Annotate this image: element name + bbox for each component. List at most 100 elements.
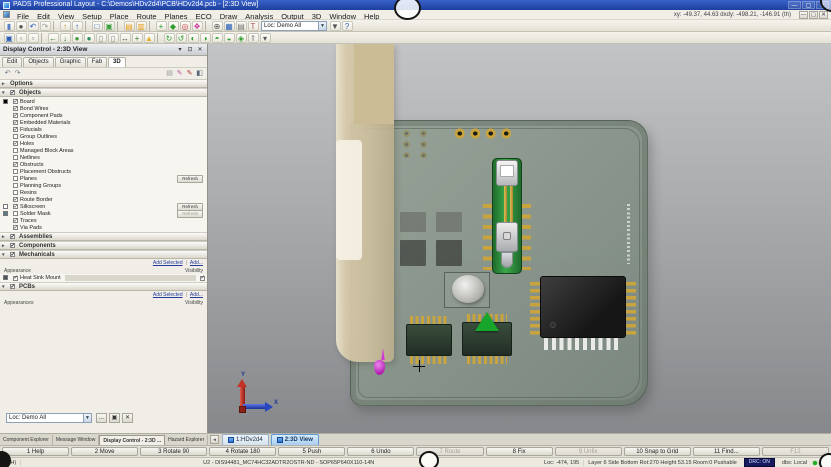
copy-image-icon[interactable]: ▫ bbox=[27, 32, 39, 43]
checkbox-component-pads[interactable] bbox=[13, 113, 18, 119]
assemblies-checkbox[interactable] bbox=[10, 234, 15, 240]
section-mechanicals[interactable]: ▾ Mechanicals bbox=[0, 250, 207, 259]
fn-button-10-snap-to-grid[interactable]: 10 Snap to Grid bbox=[623, 447, 691, 456]
objects-checkbox[interactable] bbox=[10, 90, 15, 96]
fn-button-2-move[interactable]: 2 Move bbox=[71, 447, 139, 456]
prev-scheme-icon[interactable]: ↶ bbox=[3, 69, 12, 78]
mdi-restore-icon[interactable]: ▢ bbox=[809, 10, 818, 19]
copy-scheme-icon[interactable]: ▤ bbox=[165, 69, 174, 78]
checkbox-embedded-materials[interactable] bbox=[13, 120, 18, 126]
scheme-more-button[interactable]: ... bbox=[96, 413, 107, 423]
section-assemblies[interactable]: ▸ Assemblies bbox=[0, 232, 207, 241]
add-part-icon[interactable]: + bbox=[155, 20, 167, 31]
checkbox-planes[interactable] bbox=[13, 176, 18, 181]
fn-button-4-rotate-180[interactable]: 4 Rotate 180 bbox=[209, 447, 277, 456]
add-link[interactable]: Add... bbox=[190, 260, 203, 266]
dip-module-left[interactable] bbox=[406, 316, 452, 364]
text-color-icon[interactable]: T bbox=[247, 20, 259, 31]
checkbox-route-border[interactable] bbox=[13, 197, 18, 203]
checkbox-obstructs[interactable] bbox=[13, 162, 18, 168]
fn-button-1-help[interactable]: 1 Help bbox=[2, 447, 70, 456]
spin-up-icon[interactable]: ◓ bbox=[211, 32, 223, 43]
panel-menu-icon[interactable]: ▾ bbox=[176, 46, 184, 54]
minimize-icon[interactable]: — bbox=[788, 1, 801, 9]
binoculars-search-icon[interactable]: ● bbox=[15, 20, 27, 31]
mechanicals-checkbox[interactable] bbox=[10, 252, 15, 258]
pan-left-icon[interactable]: ← bbox=[47, 32, 59, 43]
spin-down-icon[interactable]: ◒ bbox=[223, 32, 235, 43]
fn-button-6-undo[interactable]: 6 Undo bbox=[347, 447, 415, 456]
dip-module-center[interactable] bbox=[462, 312, 512, 364]
rotate-ccw-icon[interactable]: ↺ bbox=[175, 32, 187, 43]
dock-tab-message-window[interactable]: Message Window bbox=[53, 435, 100, 445]
section-pcbs[interactable]: ▾ PCBs bbox=[0, 282, 207, 291]
dock-tab-component-explorer[interactable]: Component Explorer bbox=[0, 435, 53, 445]
checkbox-netlines[interactable] bbox=[13, 155, 18, 160]
close-panel-icon[interactable]: ✕ bbox=[196, 46, 204, 54]
spin-right-icon[interactable]: ◑ bbox=[199, 32, 211, 43]
tab-scroll-left-icon[interactable]: ◂ bbox=[210, 435, 219, 444]
move-component-icon[interactable]: ↑ bbox=[71, 20, 83, 31]
maximize-icon[interactable]: ▢ bbox=[802, 1, 815, 9]
section-options[interactable]: ▸ Options bbox=[0, 79, 207, 88]
tab-3d[interactable]: 3D bbox=[108, 57, 126, 67]
3d-view-canvas[interactable]: Y X bbox=[208, 44, 831, 433]
help-icon[interactable]: ? bbox=[341, 20, 353, 31]
rotate-cw-icon[interactable]: ↻ bbox=[163, 32, 175, 43]
export-3d-icon[interactable]: ⇑ bbox=[247, 32, 259, 43]
copy-icon[interactable]: ▤ bbox=[123, 20, 135, 31]
mdi-close-icon[interactable]: ✕ bbox=[819, 10, 828, 19]
snapshot-icon[interactable]: ▫ bbox=[15, 32, 27, 43]
palette-icon[interactable]: ◧ bbox=[195, 69, 204, 78]
view-bottom-icon[interactable]: ▯ bbox=[107, 32, 119, 43]
next-scheme-icon[interactable]: ↷ bbox=[13, 69, 22, 78]
tab-objects[interactable]: Objects bbox=[23, 57, 54, 67]
section-objects[interactable]: ▾ Objects bbox=[0, 88, 207, 97]
checkbox-resins[interactable] bbox=[13, 190, 18, 195]
orbit-globe-icon[interactable]: ● bbox=[71, 32, 83, 43]
dock-tab-display-control-2-3d[interactable]: Display Control - 2:3D ... bbox=[99, 435, 166, 445]
chevron-down-icon[interactable]: ▼ bbox=[318, 21, 326, 30]
checkbox-planning-groups[interactable] bbox=[13, 183, 18, 188]
qfp-chip[interactable] bbox=[530, 274, 636, 350]
tab-fab[interactable]: Fab bbox=[86, 57, 108, 67]
nav-window-icon[interactable]: ▣ bbox=[3, 32, 15, 43]
view-tab-2-3d-view[interactable]: 2:3D View bbox=[270, 434, 319, 445]
tab-graphic[interactable]: Graphic bbox=[54, 57, 86, 67]
pan-down-icon[interactable]: ↓ bbox=[59, 32, 71, 43]
measure-icon[interactable]: ↔ bbox=[119, 32, 131, 43]
route-diamond-icon[interactable]: ◆ bbox=[167, 20, 179, 31]
checkbox-placement-obstructs[interactable] bbox=[13, 169, 18, 174]
add-link[interactable]: Add... bbox=[190, 292, 203, 298]
checkbox-holes[interactable] bbox=[13, 141, 18, 147]
board-view-icon[interactable]: ▣ bbox=[103, 20, 115, 31]
dome-component[interactable] bbox=[452, 275, 484, 303]
panel-scheme-combo[interactable]: Loc: Demo All ▼ bbox=[6, 413, 92, 423]
view-top-icon[interactable]: ▯ bbox=[95, 32, 107, 43]
fn-button-5-push[interactable]: 5 Push bbox=[278, 447, 346, 456]
checkbox-bond-wires[interactable] bbox=[13, 106, 18, 112]
paste-icon[interactable]: ▥ bbox=[135, 20, 147, 31]
display-options-icon[interactable]: ▾ bbox=[259, 32, 271, 43]
orbit-globe-alt-icon[interactable]: ● bbox=[83, 32, 95, 43]
mdi-minimize-icon[interactable]: — bbox=[799, 10, 808, 19]
checkbox-via-pads[interactable] bbox=[13, 225, 18, 231]
brush-magenta-icon[interactable]: ✎ bbox=[175, 69, 184, 78]
brush-red-icon[interactable]: ✎ bbox=[185, 69, 194, 78]
scheme-combo[interactable]: Loc: Demo All ▼ bbox=[261, 20, 327, 31]
checkbox-fiducials[interactable] bbox=[13, 127, 18, 133]
delete-scheme-button[interactable]: ✕ bbox=[122, 413, 133, 423]
panel-title-bar[interactable]: Display Control - 2:3D View ▾ ⊡ ✕ bbox=[0, 44, 207, 56]
section-components[interactable]: ▸ Components bbox=[0, 241, 207, 250]
add-selected-link[interactable]: Add Selected bbox=[153, 292, 183, 298]
chevron-down-icon[interactable]: ▼ bbox=[83, 414, 91, 422]
pcbs-checkbox[interactable] bbox=[10, 284, 15, 290]
place-component-icon[interactable]: ↑ bbox=[59, 20, 71, 31]
checkbox-solder-mask[interactable] bbox=[13, 211, 18, 216]
undo-icon[interactable]: ↶ bbox=[27, 20, 39, 31]
checkbox-traces[interactable] bbox=[13, 218, 18, 224]
checkbox-group-outlines[interactable] bbox=[13, 134, 18, 139]
spin-left-icon[interactable]: ◐ bbox=[187, 32, 199, 43]
display-table-icon[interactable]: ▤ bbox=[235, 20, 247, 31]
zoom-fit-icon[interactable]: ▦ bbox=[223, 20, 235, 31]
